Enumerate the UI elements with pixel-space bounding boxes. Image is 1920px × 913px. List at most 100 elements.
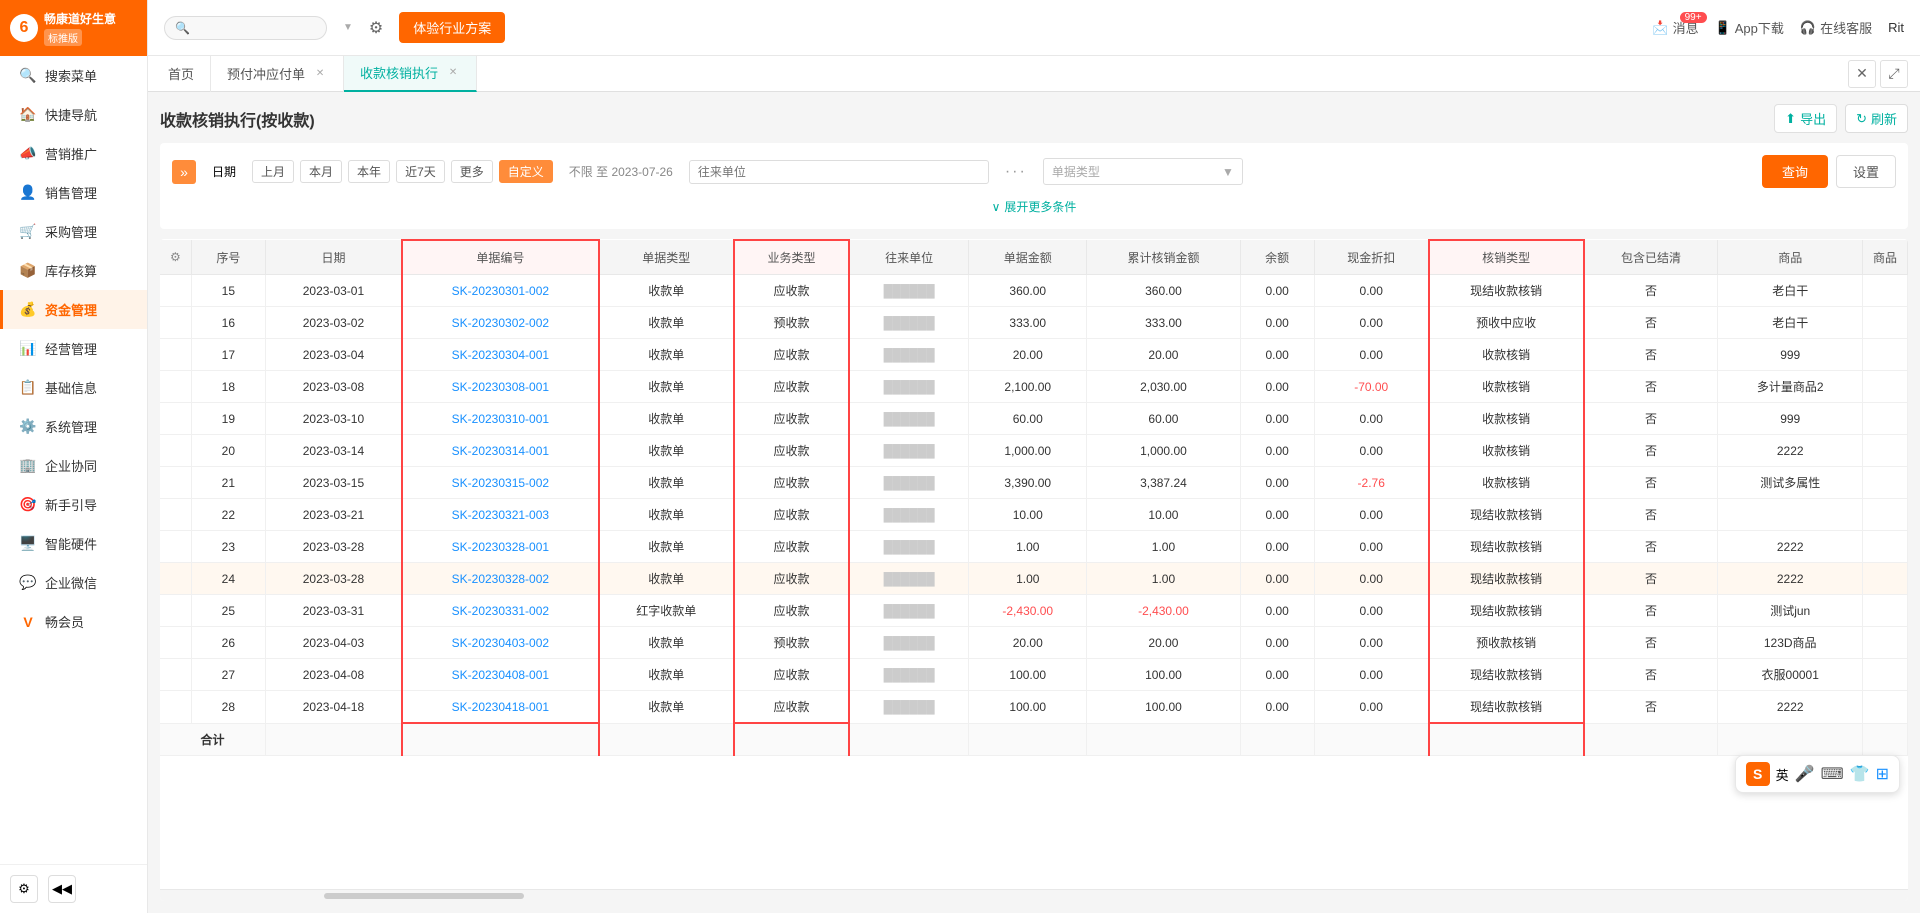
sidebar-item-inventory[interactable]: 📦 库存核算: [0, 251, 147, 290]
sidebar-item-system[interactable]: ⚙️ 系统管理: [0, 407, 147, 446]
sidebar-item-quicknav[interactable]: 🏠 快捷导航: [0, 95, 147, 134]
search-input[interactable]: [196, 21, 316, 35]
sidebar-item-wechat[interactable]: 💬 企业微信: [0, 563, 147, 602]
td-doc-no: SK-20230310-001: [402, 403, 599, 435]
tab-collection-close[interactable]: ✕: [446, 66, 460, 80]
partner-filter-input[interactable]: [689, 160, 989, 184]
close-all-tabs-btn[interactable]: ✕: [1848, 60, 1876, 88]
gear-icon[interactable]: ⚙: [369, 18, 383, 38]
td-doc-type: 红字收款单: [599, 595, 734, 627]
message-button[interactable]: 📩 消息 99+: [1652, 18, 1698, 37]
expand-filter-button[interactable]: ∨ 展开更多条件: [172, 196, 1896, 217]
th-settings[interactable]: ⚙: [160, 240, 191, 275]
sidebar-item-search[interactable]: 🔍 搜索菜单: [0, 56, 147, 95]
app-download-button[interactable]: 📱 App下载: [1715, 18, 1784, 37]
refresh-button[interactable]: ↻ 刷新: [1845, 104, 1908, 133]
td-goods: 2222: [1718, 435, 1863, 467]
doc-no-link[interactable]: SK-20230331-002: [452, 604, 549, 618]
td-goods-img: [1862, 691, 1907, 724]
th-biz-type: 业务类型: [734, 240, 849, 275]
scrollbar-thumb[interactable]: [324, 893, 524, 899]
doc-no-link[interactable]: SK-20230315-002: [452, 476, 549, 490]
tab-prepay[interactable]: 预付冲应付单 ✕: [211, 56, 344, 92]
th-balance: 余额: [1240, 240, 1314, 275]
td-verify-amount: 2,030.00: [1087, 371, 1240, 403]
doc-no-link[interactable]: SK-20230408-001: [452, 668, 549, 682]
export-button[interactable]: ⬆ 导出: [1774, 104, 1837, 133]
td-verify-amount: 10.00: [1087, 499, 1240, 531]
main-area: 🔍 ▼ ⚙ 体验行业方案 📩 消息 99+ 📱 App下载 🎧 在线客服 Rit: [148, 0, 1920, 913]
sidebar-item-member[interactable]: V 畅会员: [0, 602, 147, 641]
td-date: 2023-03-14: [265, 435, 402, 467]
td-doc-type: 收款单: [599, 531, 734, 563]
td-cash-discount: 0.00: [1314, 435, 1429, 467]
tab-collection[interactable]: 收款核销执行 ✕: [344, 56, 477, 92]
mic-icon[interactable]: 🎤: [1795, 764, 1815, 784]
sidebar-item-guide[interactable]: 🎯 新手引导: [0, 485, 147, 524]
td-amount: 60.00: [969, 403, 1087, 435]
doc-no-link[interactable]: SK-20230328-001: [452, 540, 549, 554]
doc-no-link[interactable]: SK-20230301-002: [452, 284, 549, 298]
sidebar-item-ops[interactable]: 📊 经营管理: [0, 329, 147, 368]
chevron-down-icon: ∨: [992, 200, 1001, 214]
sidebar-item-basic[interactable]: 📋 基础信息: [0, 368, 147, 407]
solution-button[interactable]: 体验行业方案: [399, 12, 505, 43]
collapse-btn[interactable]: ◀◀: [48, 875, 76, 903]
horizontal-scrollbar[interactable]: [160, 889, 1908, 901]
doc-no-link[interactable]: SK-20230321-003: [452, 508, 549, 522]
td-balance: 0.00: [1240, 563, 1314, 595]
td-settings: [160, 403, 191, 435]
keyboard-icon[interactable]: ⌨: [1821, 764, 1844, 784]
doc-no-link[interactable]: SK-20230314-001: [452, 444, 549, 458]
table-wrapper[interactable]: ⚙ 序号 日期 单据编号 单据类型 业务类型 往来单位 单据金额 累计核销金额 …: [160, 239, 1908, 889]
doc-no-link[interactable]: SK-20230418-001: [452, 700, 549, 714]
td-include-settled: 否: [1584, 627, 1718, 659]
date-more-btn[interactable]: 更多: [451, 160, 493, 183]
td-balance: 0.00: [1240, 499, 1314, 531]
td-num: 21: [191, 467, 265, 499]
td-num: 18: [191, 371, 265, 403]
td-verify-amount: 60.00: [1087, 403, 1240, 435]
td-biz-type: 应收款: [734, 275, 849, 307]
td-goods: 测试多属性: [1718, 467, 1863, 499]
doc-no-link[interactable]: SK-20230403-002: [452, 636, 549, 650]
doc-type-filter[interactable]: 单据类型 ▼: [1043, 158, 1243, 185]
td-settings: [160, 467, 191, 499]
expand-tabs-btn[interactable]: ⤢: [1880, 60, 1908, 88]
filter-toggle-button[interactable]: »: [172, 160, 196, 184]
doc-no-link[interactable]: SK-20230308-001: [452, 380, 549, 394]
date-last-month-btn[interactable]: 上月: [252, 160, 294, 183]
date-custom-btn[interactable]: 自定义: [499, 160, 553, 183]
sidebar-item-purchase[interactable]: 🛒 采购管理: [0, 212, 147, 251]
sidebar-item-hardware[interactable]: 🖥️ 智能硬件: [0, 524, 147, 563]
doc-no-link[interactable]: SK-20230328-002: [452, 572, 549, 586]
td-cash-discount: 0.00: [1314, 499, 1429, 531]
doc-no-link[interactable]: SK-20230302-002: [452, 316, 549, 330]
doc-no-link[interactable]: SK-20230310-001: [452, 412, 549, 426]
date-this-year-btn[interactable]: 本年: [348, 160, 390, 183]
query-button[interactable]: 查询: [1762, 155, 1828, 188]
td-verify-amount: -2,430.00: [1087, 595, 1240, 627]
sales-icon: 👤: [19, 184, 37, 202]
td-balance: 0.00: [1240, 659, 1314, 691]
td-partner: ██████: [849, 307, 968, 339]
total-label-cell: 合计: [160, 723, 265, 755]
service-button[interactable]: 🎧 在线客服: [1800, 18, 1872, 37]
date-7days-btn[interactable]: 近7天: [396, 160, 445, 183]
tab-prepay-close[interactable]: ✕: [313, 67, 327, 81]
search-box[interactable]: 🔍: [164, 16, 327, 40]
date-this-month-btn[interactable]: 本月: [300, 160, 342, 183]
sidebar-item-corp[interactable]: 🏢 企业协同: [0, 446, 147, 485]
filter-settings-button[interactable]: 设置: [1836, 155, 1896, 188]
doc-no-link[interactable]: SK-20230304-001: [452, 348, 549, 362]
td-goods-img: [1862, 627, 1907, 659]
sidebar-item-finance[interactable]: 💰 资金管理: [0, 290, 147, 329]
tab-home[interactable]: 首页: [152, 56, 211, 92]
settings-bottom-btn[interactable]: ⚙: [10, 875, 38, 903]
sidebar-item-marketing[interactable]: 📣 营销推广: [0, 134, 147, 173]
username-display[interactable]: Rit: [1888, 20, 1904, 35]
td-include-settled: 否: [1584, 307, 1718, 339]
data-table: ⚙ 序号 日期 单据编号 单据类型 业务类型 往来单位 单据金额 累计核销金额 …: [160, 239, 1908, 756]
td-goods: 2222: [1718, 563, 1863, 595]
sidebar-item-sales[interactable]: 👤 销售管理: [0, 173, 147, 212]
